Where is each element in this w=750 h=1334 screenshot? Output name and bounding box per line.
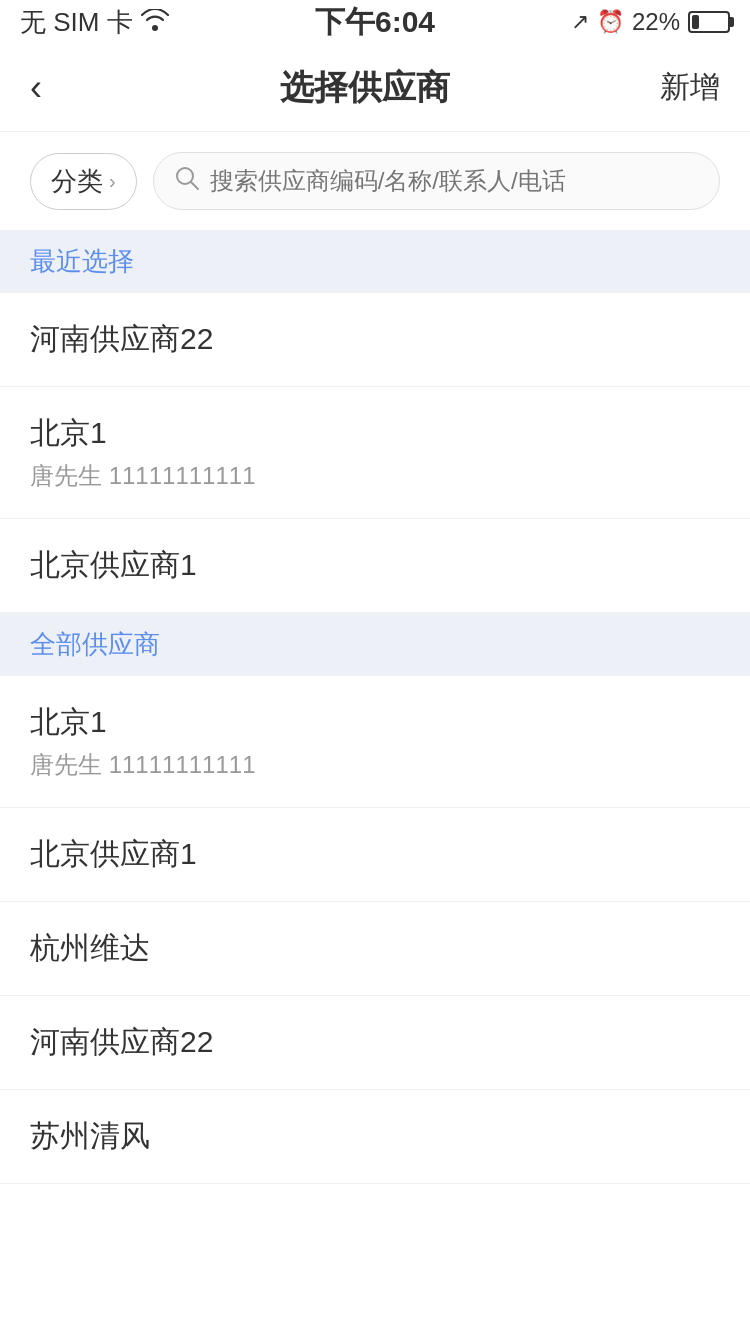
location-icon: ↗ xyxy=(571,9,589,35)
nav-bar: ‹ 选择供应商 新增 xyxy=(0,44,750,132)
chevron-right-icon: › xyxy=(109,170,116,193)
alarm-icon: ⏰ xyxy=(597,9,624,35)
all-items-list: 北京1 唐先生 11111111111 北京供应商1 杭州维达河南供应商22 苏州清风 xyxy=(0,676,750,1184)
list-item[interactable]: 苏州清风 xyxy=(0,1090,750,1184)
list-item[interactable]: 河南供应商22 xyxy=(0,996,750,1090)
category-label: 分类 xyxy=(51,164,103,199)
item-name: 河南供应商22 xyxy=(30,319,720,360)
page-title: 选择供应商 xyxy=(280,65,450,111)
add-button[interactable]: 新增 xyxy=(640,67,720,108)
item-name: 北京供应商1 xyxy=(30,545,720,586)
search-input[interactable] xyxy=(210,167,699,195)
item-name: 北京供应商1 xyxy=(30,834,720,875)
list-item[interactable]: 北京供应商1 xyxy=(0,519,750,613)
wifi-icon xyxy=(141,7,169,38)
item-name: 北京1 xyxy=(30,413,720,454)
search-icon xyxy=(174,165,200,197)
svg-line-1 xyxy=(191,182,198,189)
search-box[interactable] xyxy=(153,152,720,210)
back-button[interactable]: ‹ xyxy=(30,67,90,109)
item-name: 杭州维达 xyxy=(30,928,720,969)
status-bar: 无 SIM 卡 下午6:04 ↗ ⏰ 22% xyxy=(0,0,750,44)
item-sub: 唐先生 11111111111 xyxy=(30,749,720,781)
list-item[interactable]: 北京1 唐先生 11111111111 xyxy=(0,676,750,808)
status-right: ↗ ⏰ 22% xyxy=(571,8,730,36)
status-left: 无 SIM 卡 xyxy=(20,5,169,40)
battery-percent: 22% xyxy=(632,8,680,36)
filter-bar: 分类 › xyxy=(0,132,750,230)
category-button[interactable]: 分类 › xyxy=(30,153,137,210)
item-name: 苏州清风 xyxy=(30,1116,720,1157)
all-section-label: 全部供应商 xyxy=(30,629,160,659)
all-section-header: 全部供应商 xyxy=(0,613,750,676)
list-item[interactable]: 北京1 唐先生 11111111111 xyxy=(0,387,750,519)
recent-items-list: 河南供应商22 北京1 唐先生 11111111111 北京供应商1 xyxy=(0,293,750,613)
list-item[interactable]: 北京供应商1 xyxy=(0,808,750,902)
item-sub: 唐先生 11111111111 xyxy=(30,460,720,492)
list-item[interactable]: 杭州维达 xyxy=(0,902,750,996)
no-sim-text: 无 SIM 卡 xyxy=(20,5,133,40)
recent-section-label: 最近选择 xyxy=(30,246,134,276)
recent-section-header: 最近选择 xyxy=(0,230,750,293)
item-name: 北京1 xyxy=(30,702,720,743)
battery-icon xyxy=(688,11,730,33)
status-time: 下午6:04 xyxy=(315,2,435,43)
list-item[interactable]: 河南供应商22 xyxy=(0,293,750,387)
item-name: 河南供应商22 xyxy=(30,1022,720,1063)
